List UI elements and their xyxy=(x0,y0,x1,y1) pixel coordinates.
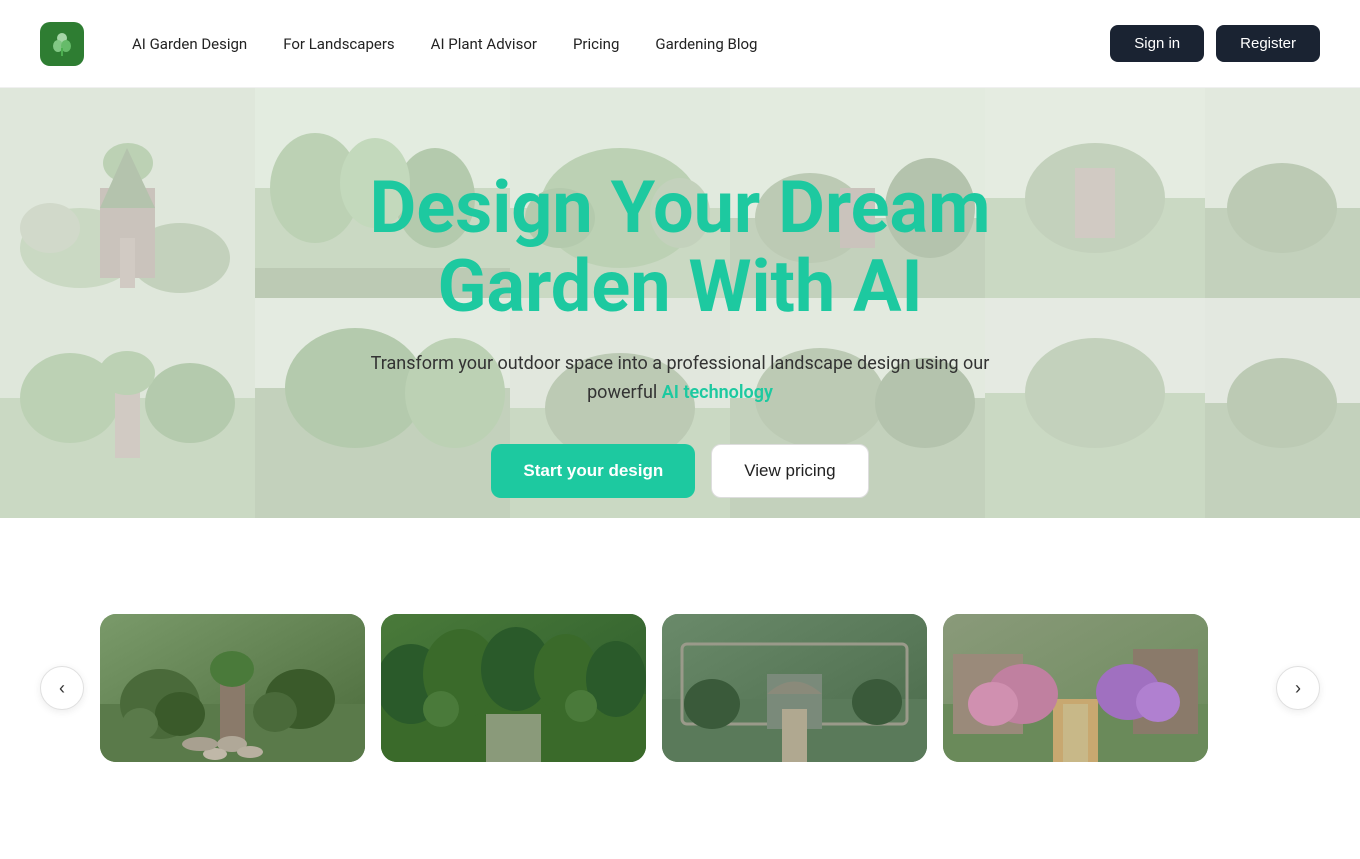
carousel-prev-button[interactable]: ‹ xyxy=(40,666,84,710)
carousel-item-4 xyxy=(943,614,1208,762)
carousel-item-2 xyxy=(381,614,646,762)
hero-subtitle: Transform your outdoor space into a prof… xyxy=(340,350,1020,408)
hero-section: Design Your Dream Garden With AI Transfo… xyxy=(0,88,1360,578)
start-design-button[interactable]: Start your design xyxy=(491,444,695,498)
carousel-item-1 xyxy=(100,614,365,762)
view-pricing-button[interactable]: View pricing xyxy=(711,444,868,498)
hero-buttons: Start your design View pricing xyxy=(340,444,1020,498)
bg-tile-7 xyxy=(0,298,255,518)
bg-tile-6 xyxy=(1205,88,1360,298)
logo-icon xyxy=(40,22,84,66)
nav-gardening-blog[interactable]: Gardening Blog xyxy=(655,35,757,53)
carousel-next-button[interactable]: › xyxy=(1276,666,1320,710)
nav-for-landscapers[interactable]: For Landscapers xyxy=(283,35,394,53)
nav-links: AI Garden Design For Landscapers AI Plan… xyxy=(132,35,1110,53)
bg-tile-12 xyxy=(1205,298,1360,518)
hero-title: Design Your Dream Garden With AI xyxy=(340,168,1020,326)
logo[interactable] xyxy=(40,22,84,66)
bg-tile-1 xyxy=(0,88,255,298)
nav-actions: Sign in Register xyxy=(1110,25,1320,62)
carousel-section: ‹ xyxy=(0,598,1360,778)
signin-button[interactable]: Sign in xyxy=(1110,25,1204,62)
carousel-track xyxy=(100,614,1260,762)
nav-ai-garden-design[interactable]: AI Garden Design xyxy=(132,35,247,53)
carousel-item-3 xyxy=(662,614,927,762)
hero-content: Design Your Dream Garden With AI Transfo… xyxy=(320,168,1040,498)
nav-pricing[interactable]: Pricing xyxy=(573,35,619,53)
register-button[interactable]: Register xyxy=(1216,25,1320,62)
navbar: AI Garden Design For Landscapers AI Plan… xyxy=(0,0,1360,88)
nav-ai-plant-advisor[interactable]: AI Plant Advisor xyxy=(431,35,537,53)
